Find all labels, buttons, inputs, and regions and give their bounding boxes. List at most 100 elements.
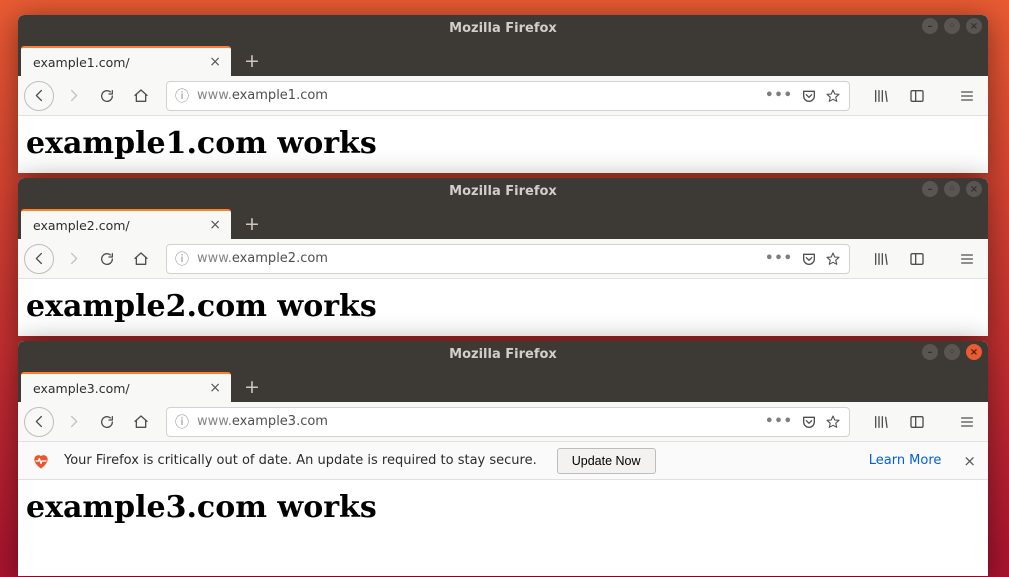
page-content: example3.com works xyxy=(18,480,988,545)
tab-label: example2.com/ xyxy=(33,218,130,233)
site-info-icon[interactable]: ⓘ xyxy=(175,412,189,432)
window-controls: – ◦ × xyxy=(922,344,982,360)
close-window-button[interactable]: × xyxy=(966,181,982,197)
pocket-icon[interactable] xyxy=(801,414,817,430)
home-button[interactable] xyxy=(126,244,156,274)
back-icon xyxy=(32,251,47,266)
home-button[interactable] xyxy=(126,407,156,437)
back-button[interactable] xyxy=(24,244,54,274)
forward-button xyxy=(58,81,88,111)
page-content: example1.com works xyxy=(18,116,988,173)
notification-message: Your Firefox is critically out of date. … xyxy=(64,453,537,468)
nav-toolbar: ⓘ www.example2.com ••• xyxy=(18,239,988,279)
app-menu-button[interactable] xyxy=(952,81,982,111)
tab-bar: example2.com/ × + xyxy=(18,204,988,239)
url-text: www.example2.com xyxy=(197,251,757,266)
new-tab-button[interactable]: + xyxy=(237,372,267,402)
pocket-icon[interactable] xyxy=(801,88,817,104)
close-window-button[interactable]: × xyxy=(966,344,982,360)
update-now-button[interactable]: Update Now xyxy=(557,448,656,474)
minimize-button[interactable]: – xyxy=(922,181,938,197)
sidebar-button[interactable] xyxy=(902,407,932,437)
page-actions-icon[interactable]: ••• xyxy=(765,251,793,266)
sidebar-button[interactable] xyxy=(902,244,932,274)
reload-button[interactable] xyxy=(92,407,122,437)
heartbeat-icon xyxy=(30,450,52,472)
tab-bar: example3.com/ × + xyxy=(18,367,988,402)
firefox-window-1: Mozilla Firefox – ◦ × example1.com/ × + … xyxy=(18,15,988,173)
minimize-button[interactable]: – xyxy=(922,18,938,34)
page-actions-icon[interactable]: ••• xyxy=(765,414,793,429)
update-notification-bar: Your Firefox is critically out of date. … xyxy=(18,442,988,480)
dismiss-notification-icon[interactable]: × xyxy=(963,452,976,470)
bookmark-star-icon[interactable] xyxy=(825,251,841,267)
reload-icon xyxy=(99,88,115,104)
page-actions-icon[interactable]: ••• xyxy=(765,88,793,103)
tab-bar: example1.com/ × + xyxy=(18,41,988,76)
library-icon xyxy=(873,251,889,267)
window-title: Mozilla Firefox xyxy=(449,347,557,362)
active-tab[interactable]: example1.com/ × xyxy=(21,46,231,76)
title-bar[interactable]: Mozilla Firefox – ◦ × xyxy=(18,15,988,41)
maximize-button[interactable]: ◦ xyxy=(944,18,960,34)
title-bar[interactable]: Mozilla Firefox – ◦ × xyxy=(18,178,988,204)
sidebar-icon xyxy=(909,251,925,267)
reload-button[interactable] xyxy=(92,244,122,274)
reload-button[interactable] xyxy=(92,81,122,111)
right-toolbar xyxy=(866,244,982,274)
forward-icon xyxy=(66,414,81,429)
new-tab-button[interactable]: + xyxy=(237,46,267,76)
active-tab[interactable]: example3.com/ × xyxy=(21,372,231,402)
back-button[interactable] xyxy=(24,81,54,111)
home-button[interactable] xyxy=(126,81,156,111)
library-icon xyxy=(873,88,889,104)
site-info-icon[interactable]: ⓘ xyxy=(175,86,189,106)
back-icon xyxy=(32,414,47,429)
address-bar[interactable]: ⓘ www.example1.com ••• xyxy=(166,81,850,111)
window-title: Mozilla Firefox xyxy=(449,21,557,36)
reload-icon xyxy=(99,414,115,430)
hamburger-icon xyxy=(959,88,975,104)
forward-icon xyxy=(66,88,81,103)
app-menu-button[interactable] xyxy=(952,407,982,437)
library-button[interactable] xyxy=(866,81,896,111)
tab-label: example3.com/ xyxy=(33,381,130,396)
close-tab-icon[interactable]: × xyxy=(209,55,221,69)
title-bar[interactable]: Mozilla Firefox – ◦ × xyxy=(18,341,988,367)
url-text: www.example3.com xyxy=(197,414,757,429)
close-tab-icon[interactable]: × xyxy=(209,381,221,395)
bookmark-star-icon[interactable] xyxy=(825,414,841,430)
app-menu-button[interactable] xyxy=(952,244,982,274)
page-heading: example2.com works xyxy=(26,289,980,324)
site-info-icon[interactable]: ⓘ xyxy=(175,249,189,269)
nav-toolbar: ⓘ www.example3.com ••• xyxy=(18,402,988,442)
home-icon xyxy=(133,414,149,430)
back-button[interactable] xyxy=(24,407,54,437)
library-button[interactable] xyxy=(866,407,896,437)
pocket-icon[interactable] xyxy=(801,251,817,267)
forward-button xyxy=(58,244,88,274)
back-icon xyxy=(32,88,47,103)
address-bar[interactable]: ⓘ www.example3.com ••• xyxy=(166,407,850,437)
new-tab-button[interactable]: + xyxy=(237,209,267,239)
sidebar-button[interactable] xyxy=(902,81,932,111)
library-button[interactable] xyxy=(866,244,896,274)
url-text: www.example1.com xyxy=(197,88,757,103)
hamburger-icon xyxy=(959,251,975,267)
learn-more-link[interactable]: Learn More xyxy=(869,453,942,468)
forward-button xyxy=(58,407,88,437)
library-icon xyxy=(873,414,889,430)
close-tab-icon[interactable]: × xyxy=(209,218,221,232)
firefox-window-2: Mozilla Firefox – ◦ × example2.com/ × + … xyxy=(18,178,988,336)
active-tab[interactable]: example2.com/ × xyxy=(21,209,231,239)
bookmark-star-icon[interactable] xyxy=(825,88,841,104)
close-window-button[interactable]: × xyxy=(966,18,982,34)
address-bar[interactable]: ⓘ www.example2.com ••• xyxy=(166,244,850,274)
minimize-button[interactable]: – xyxy=(922,344,938,360)
right-toolbar xyxy=(866,407,982,437)
maximize-button[interactable]: ◦ xyxy=(944,181,960,197)
hamburger-icon xyxy=(959,414,975,430)
maximize-button[interactable]: ◦ xyxy=(944,344,960,360)
tab-label: example1.com/ xyxy=(33,55,130,70)
window-controls: – ◦ × xyxy=(922,181,982,197)
